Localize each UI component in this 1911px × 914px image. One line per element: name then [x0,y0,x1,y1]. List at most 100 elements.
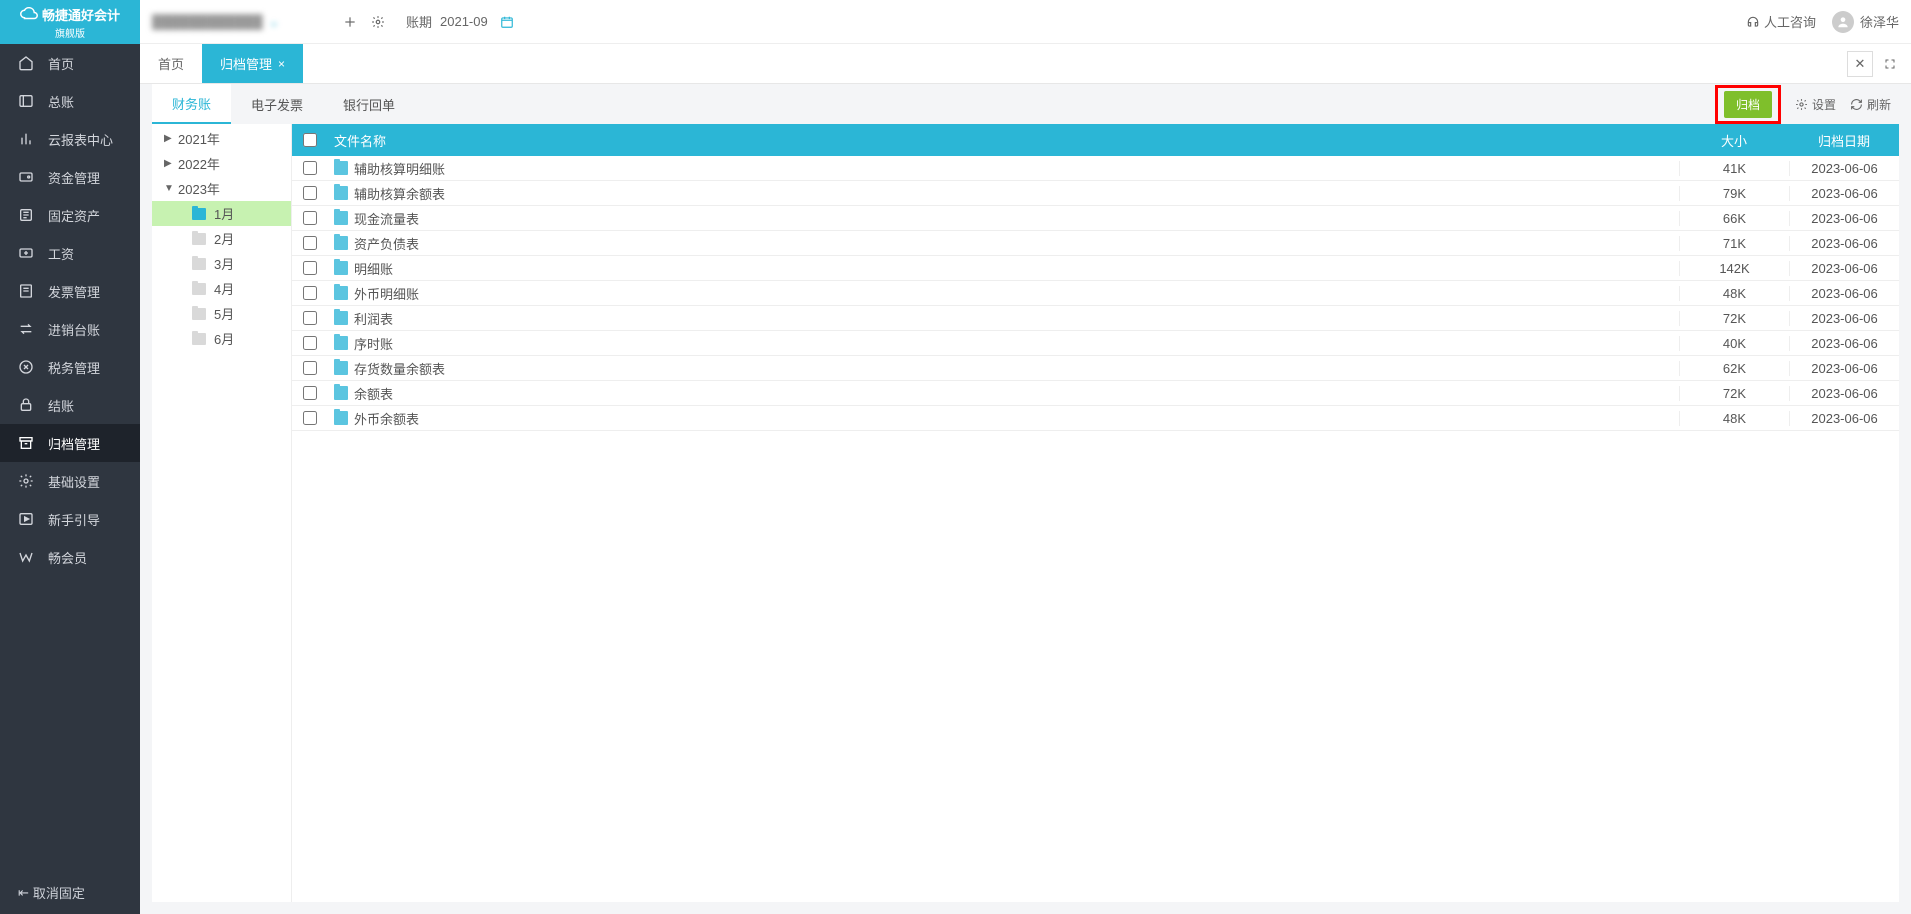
nav-closing[interactable]: 结账 [0,386,140,424]
tree-year-2022[interactable]: ▶2022年 [152,151,291,176]
highlight-annotation: 归档 [1715,85,1781,124]
file-name: 存货数量余额表 [354,359,445,378]
table-row[interactable]: 辅助核算明细账41K2023-06-06 [292,156,1899,181]
nav-cloud-reports[interactable]: 云报表中心 [0,120,140,158]
asset-icon [18,207,34,223]
company-selector[interactable]: ████████████ ⌄ [152,14,332,30]
select-all-checkbox[interactable] [303,133,317,147]
tree-month-6[interactable]: 6月 [152,326,291,351]
table-row[interactable]: 序时账40K2023-06-06 [292,331,1899,356]
table-row[interactable]: 资产负债表71K2023-06-06 [292,231,1899,256]
nav-basic-settings[interactable]: 基础设置 [0,462,140,500]
table-row[interactable]: 存货数量余额表62K2023-06-06 [292,356,1899,381]
table-row[interactable]: 余额表72K2023-06-06 [292,381,1899,406]
row-checkbox[interactable] [303,361,317,375]
row-checkbox[interactable] [303,261,317,275]
file-size: 142K [1679,261,1789,276]
table-row[interactable]: 外币明细账48K2023-06-06 [292,281,1899,306]
file-date: 2023-06-06 [1789,236,1899,251]
subtab-einvoice[interactable]: 电子发票 [231,84,323,124]
wallet-icon [18,169,34,185]
folder-icon [334,236,348,250]
settings-link[interactable]: 设置 [1795,96,1836,113]
calendar-icon[interactable] [500,15,514,29]
row-checkbox[interactable] [303,211,317,225]
add-company-button[interactable] [340,12,360,32]
file-size: 48K [1679,411,1789,426]
table-row[interactable]: 明细账142K2023-06-06 [292,256,1899,281]
archive-icon [18,435,34,451]
tree-month-1[interactable]: 1月 [152,201,291,226]
cloud-icon [20,7,38,21]
folder-icon [334,286,348,300]
company-settings-button[interactable] [368,12,388,32]
file-size: 79K [1679,186,1789,201]
close-icon[interactable]: × [278,57,285,71]
tree-month-5[interactable]: 5月 [152,301,291,326]
nav-invoice-mgmt[interactable]: 发票管理 [0,272,140,310]
period-value[interactable]: 2021-09 [440,14,488,29]
nav-member[interactable]: 畅会员 [0,538,140,576]
file-size: 62K [1679,361,1789,376]
row-checkbox[interactable] [303,236,317,250]
ledger-icon [18,93,34,109]
table-row[interactable]: 现金流量表66K2023-06-06 [292,206,1899,231]
exchange-icon [18,321,34,337]
tab-home[interactable]: 首页 [140,44,202,83]
nav-home[interactable]: 首页 [0,44,140,82]
row-checkbox[interactable] [303,286,317,300]
tree-month-3[interactable]: 3月 [152,251,291,276]
file-name: 现金流量表 [354,209,419,228]
row-checkbox[interactable] [303,161,317,175]
file-name: 外币余额表 [354,409,419,428]
support-link[interactable]: 人工咨询 [1746,12,1816,31]
row-checkbox[interactable] [303,311,317,325]
close-all-tabs-button[interactable]: ✕ [1847,51,1873,77]
refresh-icon [1850,98,1863,111]
refresh-link[interactable]: 刷新 [1850,96,1891,113]
file-name: 余额表 [354,384,393,403]
tab-archive[interactable]: 归档管理 × [202,44,303,83]
folder-icon [334,211,348,225]
subtab-finance[interactable]: 财务账 [152,84,231,124]
folder-icon [334,311,348,325]
row-checkbox[interactable] [303,411,317,425]
plus-icon [343,15,357,29]
row-checkbox[interactable] [303,386,317,400]
nav-guide[interactable]: 新手引导 [0,500,140,538]
tree-year-2021[interactable]: ▶2021年 [152,126,291,151]
fullscreen-button[interactable] [1877,51,1903,77]
file-name: 外币明细账 [354,284,419,303]
file-name: 明细账 [354,259,393,278]
file-name: 利润表 [354,309,393,328]
file-name: 资产负债表 [354,234,419,253]
row-checkbox[interactable] [303,186,317,200]
sidebar-unpin[interactable]: ⇤ 取消固定 [0,871,140,914]
file-date: 2023-06-06 [1789,386,1899,401]
file-size: 41K [1679,161,1789,176]
nav-fund-mgmt[interactable]: 资金管理 [0,158,140,196]
nav-tax-mgmt[interactable]: 税务管理 [0,348,140,386]
bar-chart-icon [18,131,34,147]
folder-open-icon [192,208,206,220]
user-menu[interactable]: 徐泽华 [1832,11,1899,33]
nav-inout-ledger[interactable]: 进销台账 [0,310,140,348]
folder-icon [334,361,348,375]
nav-general-ledger[interactable]: 总账 [0,82,140,120]
row-checkbox[interactable] [303,336,317,350]
file-date: 2023-06-06 [1789,161,1899,176]
subtab-bankreceipt[interactable]: 银行回单 [323,84,415,124]
invoice-icon [18,283,34,299]
table-row[interactable]: 辅助核算余额表79K2023-06-06 [292,181,1899,206]
folder-icon [192,258,206,270]
tree-year-2023[interactable]: ▼2023年 [152,176,291,201]
tree-month-2[interactable]: 2月 [152,226,291,251]
tree-month-4[interactable]: 4月 [152,276,291,301]
nav-archive-mgmt[interactable]: 归档管理 [0,424,140,462]
archive-button[interactable]: 归档 [1724,91,1772,118]
nav-fixed-assets[interactable]: 固定资产 [0,196,140,234]
table-row[interactable]: 外币余额表48K2023-06-06 [292,406,1899,431]
table-row[interactable]: 利润表72K2023-06-06 [292,306,1899,331]
file-size: 40K [1679,336,1789,351]
nav-salary[interactable]: 工资 [0,234,140,272]
